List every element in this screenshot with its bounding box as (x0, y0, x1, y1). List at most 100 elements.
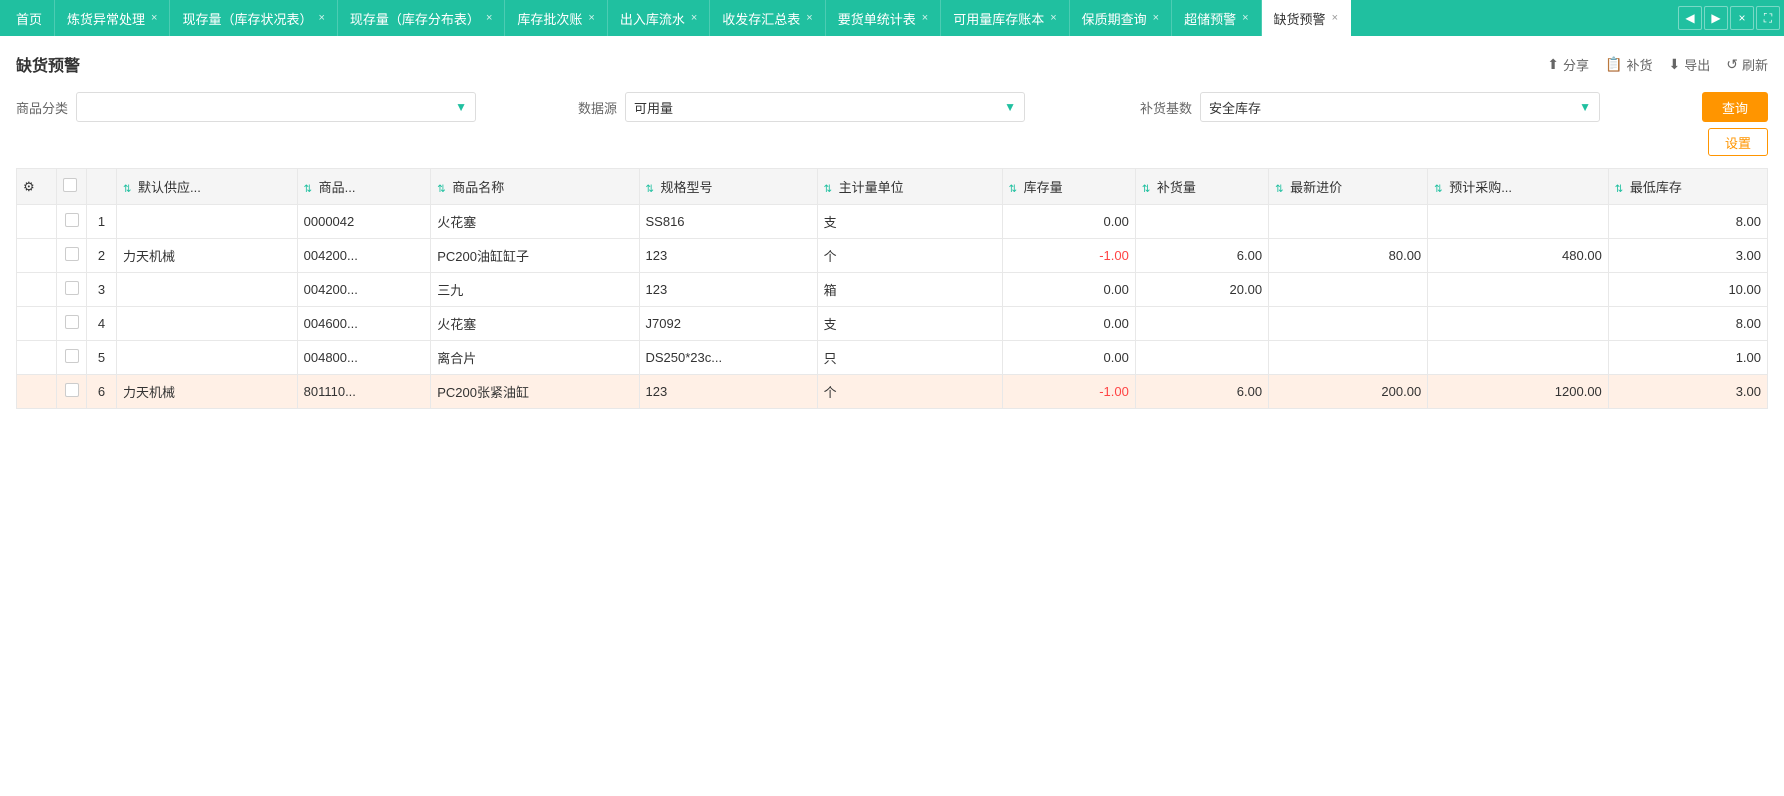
tab-inventory-dist[interactable]: 现存量（库存分布表） × (338, 0, 505, 36)
share-button[interactable]: ⬆ 分享 (1547, 55, 1589, 74)
tab-close-in-out-flow[interactable]: × (691, 12, 697, 24)
settings-button[interactable]: 设置 (1708, 128, 1768, 156)
tab-home[interactable]: 首页 (4, 0, 55, 36)
row-name-1: PC200油缸缸子 (431, 239, 639, 273)
tab-inventory-status[interactable]: 现存量（库存状况表） × (170, 0, 337, 36)
row-num-5: 6 (87, 375, 117, 409)
tab-batch-account[interactable]: 库存批次账 × (505, 0, 607, 36)
th-unit[interactable]: ⇅ 主计量单位 (817, 169, 1002, 205)
row-supplier-1: 力天机械 (117, 239, 298, 273)
row-price-3 (1269, 307, 1428, 341)
row-checkbox-5[interactable] (57, 375, 87, 409)
th-default-supplier[interactable]: ⇅ 默认供应... (117, 169, 298, 205)
tab-close-receive-summary[interactable]: × (806, 12, 812, 24)
row-spec-5: 123 (639, 375, 817, 409)
row-spec-1: 123 (639, 239, 817, 273)
replenish-button[interactable]: 📋 补货 (1605, 55, 1652, 74)
tab-close-inventory-status[interactable]: × (318, 12, 324, 24)
tab-order-stats[interactable]: 要货单统计表 × (826, 0, 941, 36)
row-checkbox-4[interactable] (57, 341, 87, 375)
replenish-base-select[interactable]: 安全库存 ▼ (1200, 92, 1600, 122)
export-button[interactable]: ⬇ 导出 (1669, 55, 1711, 74)
th-spec[interactable]: ⇅ 规格型号 (639, 169, 817, 205)
replenish-icon: 📋 (1605, 56, 1622, 73)
tab-in-out-flow[interactable]: 出入库流水 × (608, 0, 710, 36)
row-checkbox-input-2[interactable] (65, 281, 79, 295)
row-checkbox-0[interactable] (57, 205, 87, 239)
sort-icon-spec: ⇅ (646, 184, 654, 195)
row-replenish-4 (1135, 341, 1268, 375)
gear-icon: ⚙ (23, 179, 35, 194)
row-name-5: PC200张紧油缸 (431, 375, 639, 409)
tab-close-inventory-dist[interactable]: × (486, 12, 492, 24)
row-code-0: 0000042 (297, 205, 431, 239)
datasource-label: 数据源 (578, 98, 617, 117)
row-name-3: 火花塞 (431, 307, 639, 341)
tab-close-expiry-query[interactable]: × (1153, 12, 1159, 24)
row-checkbox-input-5[interactable] (65, 383, 79, 397)
row-gear-5 (17, 375, 57, 409)
th-latest-price[interactable]: ⇅ 最新进价 (1269, 169, 1428, 205)
replenish-base-arrow-icon: ▼ (1579, 100, 1591, 114)
tab-close-order-stats[interactable]: × (922, 12, 928, 24)
datasource-select[interactable]: 可用量 ▼ (625, 92, 1025, 122)
export-icon: ⬇ (1669, 56, 1681, 73)
category-select[interactable]: ▼ (76, 92, 476, 122)
row-num-1: 2 (87, 239, 117, 273)
row-spec-2: 123 (639, 273, 817, 307)
row-checkbox-input-4[interactable] (65, 349, 79, 363)
sort-icon-unit: ⇅ (824, 184, 832, 195)
row-unit-2: 箱 (817, 273, 1002, 307)
tab-expiry-query[interactable]: 保质期查询 × (1070, 0, 1172, 36)
tab-fullscreen-button[interactable]: ⛶ (1756, 6, 1780, 30)
th-gear[interactable]: ⚙ (17, 169, 57, 205)
row-stock-1: -1.00 (1002, 239, 1135, 273)
tab-overstock[interactable]: 超储预警 × (1172, 0, 1261, 36)
datasource-value: 可用量 (634, 98, 673, 117)
refresh-button[interactable]: ↺ 刷新 (1726, 55, 1768, 74)
row-min-stock-1: 3.00 (1608, 239, 1767, 273)
th-product-code[interactable]: ⇅ 商品... (297, 169, 431, 205)
filter-actions: 查询 设置 (1702, 92, 1768, 156)
th-product-name[interactable]: ⇅ 商品名称 (431, 169, 639, 205)
table-row: 3 004200... 三九 123 箱 0.00 20.00 10.00 (17, 273, 1768, 307)
row-replenish-1: 6.00 (1135, 239, 1268, 273)
tab-close-shortage[interactable]: × (1332, 12, 1338, 24)
row-spec-4: DS250*23c... (639, 341, 817, 375)
header-actions: ⬆ 分享 📋 补货 ⬇ 导出 ↺ 刷新 (1547, 55, 1768, 74)
header-checkbox[interactable] (63, 178, 77, 192)
row-stock-0: 0.00 (1002, 205, 1135, 239)
tab-abnormal[interactable]: 炼货异常处理 × (55, 0, 170, 36)
row-code-1: 004200... (297, 239, 431, 273)
tab-close-batch-account[interactable]: × (588, 12, 594, 24)
th-estimated-purchase[interactable]: ⇅ 预计采购... (1428, 169, 1609, 205)
tab-close-overstock[interactable]: × (1242, 12, 1248, 24)
th-min-stock[interactable]: ⇅ 最低库存 (1608, 169, 1767, 205)
tab-shortage[interactable]: 缺货预警 × (1262, 0, 1351, 36)
row-unit-0: 支 (817, 205, 1002, 239)
tab-close-available-ledger[interactable]: × (1050, 12, 1056, 24)
row-checkbox-input-1[interactable] (65, 247, 79, 261)
tab-receive-summary[interactable]: 收发存汇总表 × (710, 0, 825, 36)
tab-next-button[interactable]: ▶ (1704, 6, 1728, 30)
th-replenish-qty[interactable]: ⇅ 补货量 (1135, 169, 1268, 205)
th-stock-qty[interactable]: ⇅ 库存量 (1002, 169, 1135, 205)
row-price-1: 80.00 (1269, 239, 1428, 273)
row-checkbox-input-0[interactable] (65, 213, 79, 227)
query-button[interactable]: 查询 (1702, 92, 1768, 122)
row-checkbox-input-3[interactable] (65, 315, 79, 329)
sort-icon-min-stock: ⇅ (1615, 184, 1623, 195)
tab-close-all-button[interactable]: × (1730, 6, 1754, 30)
tab-close-abnormal[interactable]: × (151, 12, 157, 24)
th-checkbox[interactable] (57, 169, 87, 205)
table-header-row: ⚙ ⇅ 默认供应... ⇅ 商品... ⇅ 商品名称 (17, 169, 1768, 205)
tab-prev-button[interactable]: ◀ (1678, 6, 1702, 30)
row-checkbox-1[interactable] (57, 239, 87, 273)
replenish-base-label: 补货基数 (1140, 98, 1192, 117)
tab-available-ledger[interactable]: 可用量库存账本 × (941, 0, 1069, 36)
row-gear-2 (17, 273, 57, 307)
row-checkbox-2[interactable] (57, 273, 87, 307)
datasource-arrow-icon: ▼ (1004, 100, 1016, 114)
row-checkbox-3[interactable] (57, 307, 87, 341)
row-replenish-0 (1135, 205, 1268, 239)
